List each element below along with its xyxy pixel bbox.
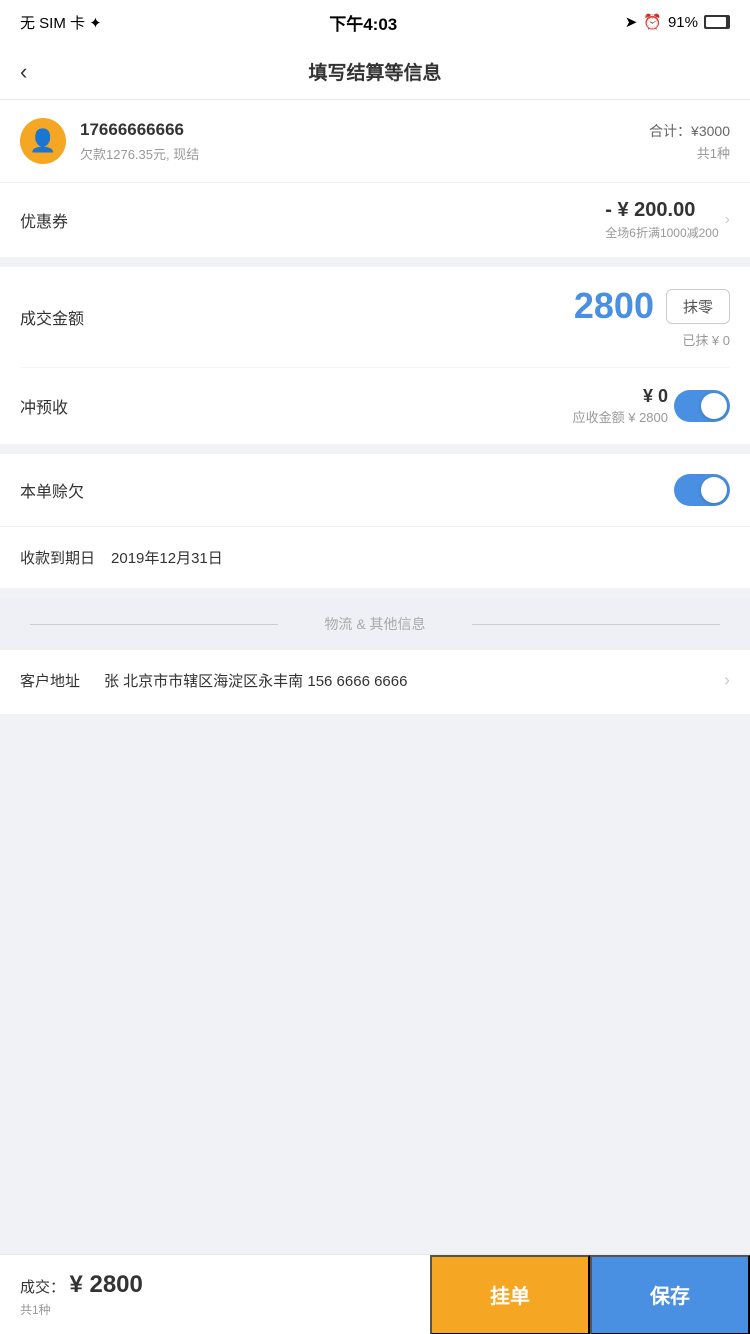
customer-phone: 17666666666 bbox=[80, 120, 199, 140]
amount-section: 成交金额 2800 抹零 已抹 ¥ 0 冲预收 ¥ 0 应收金额 ¥ 2800 bbox=[0, 267, 750, 444]
divider-line-right bbox=[472, 624, 720, 625]
back-button[interactable]: ‹ bbox=[20, 59, 27, 85]
customer-sub: 欠款1276.35元, 现结 bbox=[80, 144, 199, 163]
debt-label: 本单赊欠 bbox=[20, 478, 84, 502]
precharge-row: 冲预收 ¥ 0 应收金额 ¥ 2800 bbox=[20, 368, 730, 444]
hang-order-button[interactable]: 挂单 bbox=[430, 1255, 590, 1334]
coupon-row[interactable]: 优惠券 - ¥ 200.00 全场6折满1000减200 › bbox=[0, 182, 750, 257]
divider-section: 物流 & 其他信息 bbox=[0, 598, 750, 650]
duedate-value: 2019年12月31日 bbox=[111, 547, 223, 568]
precharge-label: 冲预收 bbox=[20, 394, 68, 418]
gray-area bbox=[0, 724, 750, 804]
bottom-bar: 成交： ¥ 2800 共1种 挂单 保存 bbox=[0, 1254, 750, 1334]
duedate-label: 收款到期日 bbox=[20, 547, 95, 568]
debt-section: 本单赊欠 收款到期日 2019年12月31日 bbox=[0, 454, 750, 588]
customer-info: 17666666666 欠款1276.35元, 现结 bbox=[80, 120, 199, 163]
battery-text: 91% bbox=[668, 14, 698, 31]
avatar: 👤 bbox=[20, 118, 66, 164]
divider-line-left bbox=[30, 624, 278, 625]
duedate-row: 收款到期日 2019年12月31日 bbox=[0, 526, 750, 588]
status-left: 无 SIM 卡 ✦ bbox=[20, 12, 102, 33]
coupon-desc: 全场6折满1000减200 bbox=[605, 224, 718, 241]
coupon-discount: - ¥ 200.00 bbox=[605, 199, 718, 222]
bottom-deal-label: 成交： bbox=[20, 1279, 65, 1296]
avatar-icon: 👤 bbox=[29, 128, 56, 154]
deal-amount-right: 2800 抹零 已抹 ¥ 0 bbox=[574, 285, 730, 349]
address-label: 客户地址 bbox=[20, 670, 80, 691]
save-button[interactable]: 保存 bbox=[590, 1255, 750, 1334]
precharge-toggle[interactable] bbox=[674, 390, 730, 422]
address-chevron-icon: › bbox=[724, 670, 730, 691]
precharge-right: ¥ 0 应收金额 ¥ 2800 bbox=[573, 386, 730, 426]
bottom-info: 成交： ¥ 2800 共1种 bbox=[0, 1271, 430, 1318]
alarm-icon: ⏰ bbox=[643, 13, 662, 31]
total-label: 合计：¥3000 bbox=[649, 121, 730, 141]
bottom-count: 共1种 bbox=[20, 1301, 410, 1318]
status-right: ➤ ⏰ 91% bbox=[625, 13, 730, 31]
divider-text: 物流 & 其他信息 bbox=[324, 614, 425, 634]
address-section: 客户地址 张 北京市市辖区海淀区永丰南 156 6666 6666 › bbox=[0, 650, 750, 714]
customer-section: 👤 17666666666 欠款1276.35元, 现结 合计：¥3000 共1… bbox=[0, 100, 750, 257]
page-title: 填写结算等信息 bbox=[308, 58, 441, 85]
coupon-label: 优惠券 bbox=[20, 208, 68, 232]
battery-icon bbox=[704, 15, 730, 29]
nav-bar: ‹ 填写结算等信息 bbox=[0, 44, 750, 100]
address-value: 张 北京市市辖区海淀区永丰南 156 6666 6666 bbox=[104, 670, 714, 694]
coupon-chevron-icon: › bbox=[725, 211, 730, 229]
customer-right: 合计：¥3000 共1种 bbox=[649, 121, 730, 162]
precharge-sub: 应收金额 ¥ 2800 bbox=[573, 407, 668, 426]
location-icon: ➤ bbox=[625, 13, 638, 31]
customer-row: 👤 17666666666 欠款1276.35元, 现结 合计：¥3000 共1… bbox=[0, 100, 750, 182]
status-time: 下午4:03 bbox=[329, 10, 397, 35]
debt-toggle[interactable] bbox=[674, 474, 730, 506]
customer-left: 👤 17666666666 欠款1276.35元, 现结 bbox=[20, 118, 199, 164]
debt-row: 本单赊欠 bbox=[0, 454, 750, 526]
count-label: 共1种 bbox=[649, 143, 730, 162]
round-zero-button[interactable]: 抹零 bbox=[666, 289, 730, 324]
bottom-deal-row: 成交： ¥ 2800 bbox=[20, 1271, 410, 1299]
sim-text: 无 SIM 卡 ✦ bbox=[20, 12, 102, 33]
deal-amount-value: 2800 bbox=[574, 285, 654, 327]
bottom-amount: ¥ 2800 bbox=[69, 1271, 142, 1298]
deal-amount-label: 成交金额 bbox=[20, 305, 84, 329]
deal-amount-sub: 已抹 ¥ 0 bbox=[574, 330, 730, 349]
deal-amount-row: 成交金额 2800 抹零 已抹 ¥ 0 bbox=[20, 267, 730, 368]
precharge-value: ¥ 0 bbox=[573, 386, 668, 407]
coupon-info: - ¥ 200.00 全场6折满1000减200 bbox=[605, 199, 718, 241]
status-bar: 无 SIM 卡 ✦ 下午4:03 ➤ ⏰ 91% bbox=[0, 0, 750, 44]
coupon-right: - ¥ 200.00 全场6折满1000减200 › bbox=[605, 199, 730, 241]
address-row[interactable]: 客户地址 张 北京市市辖区海淀区永丰南 156 6666 6666 › bbox=[0, 650, 750, 714]
